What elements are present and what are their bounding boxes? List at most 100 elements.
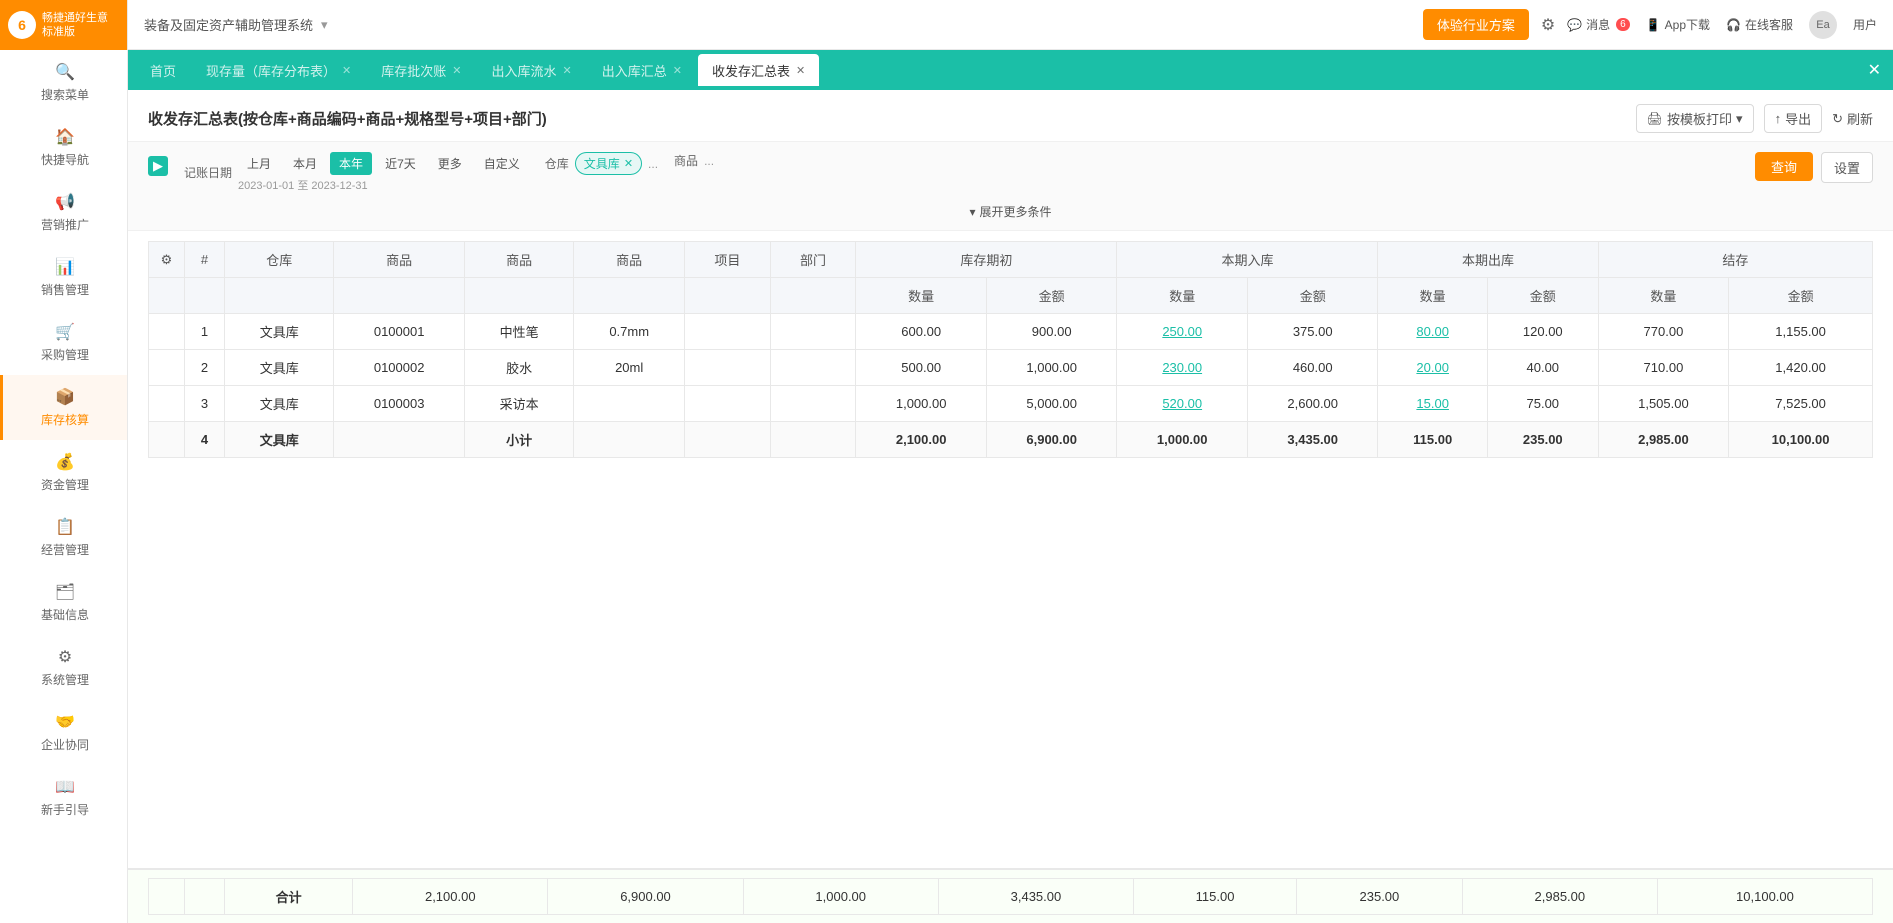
row-in-qty[interactable]: 230.00 bbox=[1117, 350, 1248, 386]
row-in-qty-link[interactable]: 250.00 bbox=[1162, 324, 1202, 339]
sales-icon: 📊 bbox=[55, 257, 75, 277]
sidebar-logo: 6 畅捷通好生意 标准版 bbox=[0, 0, 127, 50]
row-out-qty-link[interactable]: 80.00 bbox=[1416, 324, 1449, 339]
row-settings bbox=[149, 386, 185, 422]
app-download-button[interactable]: 📱 App下载 bbox=[1646, 16, 1710, 33]
row-spec bbox=[574, 422, 685, 458]
tab-batch-ledger[interactable]: 库存批次账 ✕ bbox=[367, 54, 475, 86]
th-settings[interactable]: ⚙ bbox=[149, 242, 185, 278]
sidebar-item-basic-info[interactable]: 🗂 基础信息 bbox=[0, 570, 127, 635]
sidebar-item-guide[interactable]: 📖 新手引导 bbox=[0, 765, 127, 830]
total-in-amt: 3,435.00 bbox=[938, 879, 1133, 915]
date-btn-this-month[interactable]: 本月 bbox=[284, 152, 326, 175]
th-name: 商品 bbox=[464, 242, 573, 278]
row-in-qty-link[interactable]: 230.00 bbox=[1162, 360, 1202, 375]
tab-close-in-out-flow[interactable]: ✕ bbox=[563, 64, 572, 77]
row-spec: 0.7mm bbox=[574, 314, 685, 350]
sidebar-item-search[interactable]: 🔍 搜索菜单 bbox=[0, 50, 127, 115]
total-label: 合计 bbox=[225, 879, 353, 915]
filter-settings-button[interactable]: 设置 bbox=[1821, 152, 1873, 183]
row-out-qty[interactable]: 15.00 bbox=[1378, 386, 1487, 422]
tab-close-batch-ledger[interactable]: ✕ bbox=[452, 64, 461, 77]
user-menu-button[interactable]: 用户 bbox=[1853, 16, 1877, 33]
operations-icon: 📋 bbox=[55, 517, 75, 537]
date-btn-custom[interactable]: 自定义 bbox=[475, 152, 529, 175]
sidebar-item-marketing[interactable]: 📢 营销推广 bbox=[0, 180, 127, 245]
row-balance-qty: 710.00 bbox=[1598, 350, 1729, 386]
tab-close-collection-summary[interactable]: ✕ bbox=[796, 64, 805, 77]
message-button[interactable]: 💬 消息 6 bbox=[1567, 16, 1630, 33]
th-out-amt: 金额 bbox=[1487, 278, 1598, 314]
tab-inventory-dist[interactable]: 现存量（库存分布表） ✕ bbox=[192, 54, 365, 86]
row-num: 1 bbox=[185, 314, 225, 350]
th-dept: 部门 bbox=[770, 242, 856, 278]
date-btn-this-year[interactable]: 本年 bbox=[330, 152, 372, 175]
filter-bar: ▶ 记账日期 上月 本月 本年 近7天 更多 自定义 202 bbox=[128, 142, 1893, 231]
finance-icon: 💰 bbox=[55, 452, 75, 472]
sidebar-item-enterprise[interactable]: 🤝 企业协同 bbox=[0, 700, 127, 765]
dropdown-arrow-icon[interactable]: ▾ bbox=[321, 17, 328, 33]
system-title: 装备及固定资产辅助管理系统 ▾ bbox=[144, 15, 1411, 34]
row-in-qty[interactable]: 1,000.00 bbox=[1117, 422, 1248, 458]
online-service-button[interactable]: 🎧 在线客服 bbox=[1726, 16, 1793, 33]
row-out-qty[interactable]: 80.00 bbox=[1378, 314, 1487, 350]
row-out-qty[interactable]: 115.00 bbox=[1378, 422, 1487, 458]
date-btn-more[interactable]: 更多 bbox=[429, 152, 471, 175]
row-out-qty-link[interactable]: 15.00 bbox=[1416, 396, 1449, 411]
th-num: # bbox=[185, 242, 225, 278]
row-project bbox=[685, 350, 771, 386]
sidebar-item-system[interactable]: ⚙ 系统管理 bbox=[0, 635, 127, 700]
tab-close-in-out-summary[interactable]: ✕ bbox=[673, 64, 682, 77]
table-container: ⚙ # 仓库 商品 商品 商品 项目 部门 库存期初 本期入库 本期出库 结存 bbox=[128, 231, 1893, 868]
th-in: 本期入库 bbox=[1117, 242, 1378, 278]
sidebar-nav: 🔍 搜索菜单 🏠 快捷导航 📢 营销推广 📊 销售管理 🛒 采购管理 📦 库存核… bbox=[0, 50, 127, 923]
row-out-qty[interactable]: 20.00 bbox=[1378, 350, 1487, 386]
expand-conditions-button[interactable]: ▾ 展开更多条件 bbox=[969, 203, 1051, 220]
page-header: 收发存汇总表(按仓库+商品编码+商品+规格型号+项目+部门) 🖨 按模板打印 ▾… bbox=[128, 90, 1893, 142]
tab-home[interactable]: 首页 bbox=[136, 54, 190, 86]
row-code bbox=[334, 422, 465, 458]
sidebar-item-quick-nav[interactable]: 🏠 快捷导航 bbox=[0, 115, 127, 180]
total-out-qty: 115.00 bbox=[1134, 879, 1297, 915]
row-in-qty-link[interactable]: 520.00 bbox=[1162, 396, 1202, 411]
total-opening-qty: 2,100.00 bbox=[353, 879, 548, 915]
row-warehouse: 文具库 bbox=[225, 422, 334, 458]
th-warehouse-sub bbox=[225, 278, 334, 314]
date-btn-7days[interactable]: 近7天 bbox=[376, 152, 425, 175]
warehouse-tag-remove[interactable]: ✕ bbox=[624, 157, 633, 170]
row-warehouse: 文具库 bbox=[225, 386, 334, 422]
export-icon: ↑ bbox=[1775, 111, 1782, 126]
export-button[interactable]: ↑ 导出 bbox=[1764, 104, 1823, 133]
home-icon: 🏠 bbox=[55, 127, 75, 147]
th-balance-amt: 金额 bbox=[1729, 278, 1873, 314]
sidebar-item-sales[interactable]: 📊 销售管理 bbox=[0, 245, 127, 310]
row-in-qty[interactable]: 520.00 bbox=[1117, 386, 1248, 422]
sidebar-item-purchase[interactable]: 🛒 采购管理 bbox=[0, 310, 127, 375]
th-warehouse: 仓库 bbox=[225, 242, 334, 278]
row-in-amt: 460.00 bbox=[1247, 350, 1378, 386]
print-button[interactable]: 🖨 按模板打印 ▾ bbox=[1636, 104, 1754, 133]
print-dropdown-icon: ▾ bbox=[1736, 111, 1743, 127]
filter-expand-icon[interactable]: ▶ bbox=[148, 156, 168, 176]
close-all-tabs-button[interactable]: ✕ bbox=[1864, 56, 1885, 84]
sidebar-item-inventory[interactable]: 📦 库存核算 bbox=[0, 375, 127, 440]
tab-in-out-flow[interactable]: 出入库流水 ✕ bbox=[477, 54, 585, 86]
tab-close-inventory-dist[interactable]: ✕ bbox=[342, 64, 351, 77]
warehouse-more-button[interactable]: ... bbox=[648, 157, 658, 171]
user-avatar[interactable]: Ea bbox=[1809, 11, 1837, 39]
th-num-sub bbox=[185, 278, 225, 314]
query-button[interactable]: 查询 bbox=[1755, 152, 1813, 181]
goods-more-button[interactable]: ... bbox=[704, 154, 714, 168]
tab-in-out-summary[interactable]: 出入库汇总 ✕ bbox=[588, 54, 696, 86]
tab-collection-summary[interactable]: 收发存汇总表 ✕ bbox=[698, 54, 819, 86]
sidebar-item-operations[interactable]: 📋 经营管理 bbox=[0, 505, 127, 570]
trial-button[interactable]: 体验行业方案 bbox=[1423, 9, 1529, 40]
row-in-qty[interactable]: 250.00 bbox=[1117, 314, 1248, 350]
row-opening-amt: 6,900.00 bbox=[986, 422, 1117, 458]
date-btn-last-month[interactable]: 上月 bbox=[238, 152, 280, 175]
topbar-settings-icon[interactable]: ⚙ bbox=[1541, 15, 1555, 35]
sidebar-item-finance[interactable]: 💰 资金管理 bbox=[0, 440, 127, 505]
row-out-qty-link[interactable]: 20.00 bbox=[1416, 360, 1449, 375]
total-out-amt: 235.00 bbox=[1297, 879, 1463, 915]
refresh-button[interactable]: ↻ 刷新 bbox=[1832, 109, 1873, 128]
